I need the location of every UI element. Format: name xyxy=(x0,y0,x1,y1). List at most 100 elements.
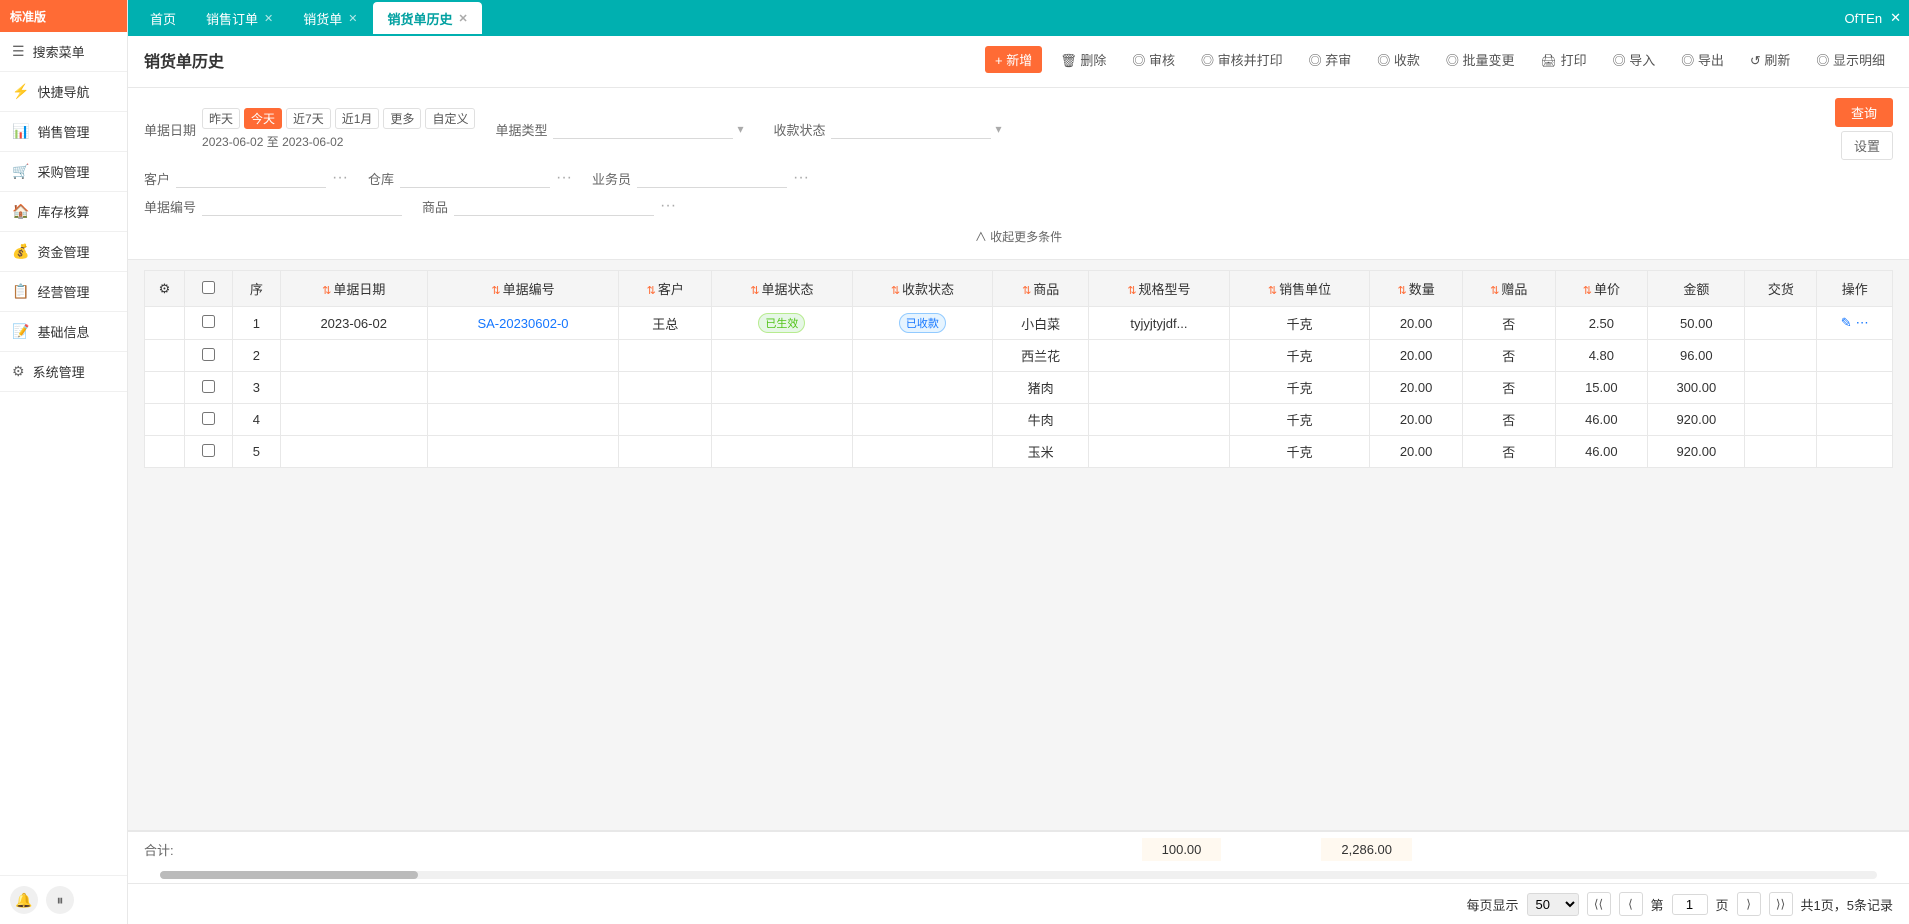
staff-input[interactable] xyxy=(637,168,787,188)
th-qty[interactable]: ⇅数量 xyxy=(1370,271,1463,307)
often-text: OfTEn xyxy=(1845,11,1883,26)
collect-status-input[interactable] xyxy=(831,119,991,139)
more-action[interactable]: ⋯ xyxy=(1856,315,1869,330)
delete-button[interactable]: 🗑 删除 xyxy=(1052,46,1114,73)
sidebar-item-quick-nav[interactable]: ⚡ 快捷导航 xyxy=(0,72,127,112)
query-button[interactable]: 查询 xyxy=(1835,98,1893,127)
th-unit[interactable]: ⇅销售单位 xyxy=(1229,271,1370,307)
batch-change-button[interactable]: ◎ 批量变更 xyxy=(1438,46,1523,73)
print-button[interactable]: 🖨 打印 xyxy=(1532,46,1594,73)
warehouse-input[interactable] xyxy=(400,168,550,188)
audit-print-button[interactable]: ◎ 审核并打印 xyxy=(1193,46,1291,73)
nav-tab-sales-order[interactable]: 销售订单 ✕ xyxy=(192,2,287,34)
cell-unit: 千克 xyxy=(1229,307,1370,340)
collapse-more-btn[interactable]: ∧ 收起更多条件 xyxy=(144,224,1893,249)
collect-button[interactable]: ◎ 收款 xyxy=(1369,46,1428,73)
sidebar-item-base-info[interactable]: 📝 基础信息 xyxy=(0,312,127,352)
th-spec[interactable]: ⇅规格型号 xyxy=(1089,271,1230,307)
row-checkbox[interactable] xyxy=(202,444,215,457)
th-doc-status[interactable]: ⇅单据状态 xyxy=(712,271,853,307)
doc-type-input[interactable] xyxy=(553,119,733,139)
horizontal-scrollbar-thumb[interactable] xyxy=(160,871,418,879)
goods-dots[interactable]: ··· xyxy=(660,197,676,215)
sidebar-item-search-menu[interactable]: ☰ 搜索菜单 xyxy=(0,32,127,72)
th-goods[interactable]: ⇅商品 xyxy=(993,271,1089,307)
next-page-btn[interactable]: ⟩ xyxy=(1737,892,1761,916)
th-collect-status[interactable]: ⇅收款状态 xyxy=(852,271,993,307)
close-window-btn[interactable]: ✕ xyxy=(1890,10,1901,26)
goods-input[interactable] xyxy=(454,196,654,216)
close-sales-goods-tab[interactable]: ✕ xyxy=(348,12,357,25)
edit-action[interactable]: ✎ xyxy=(1841,315,1852,330)
setting-button[interactable]: 设置 xyxy=(1841,131,1893,160)
sidebar-item-sales-mgmt[interactable]: 📊 销售管理 xyxy=(0,112,127,152)
filter-row-3: 单据编号 商品 ··· xyxy=(144,196,1893,216)
cell-doc-no xyxy=(427,404,619,436)
last-page-btn[interactable]: ⟩⟩ xyxy=(1769,892,1793,916)
cell-checkbox[interactable] xyxy=(185,340,233,372)
import-button[interactable]: ◎ 导入 xyxy=(1605,46,1664,73)
horizontal-scrollbar-track[interactable] xyxy=(160,871,1877,879)
page-number-input[interactable] xyxy=(1672,894,1708,915)
date-btn-custom[interactable]: 自定义 xyxy=(425,108,475,129)
warehouse-dots[interactable]: ··· xyxy=(556,169,572,187)
th-customer[interactable]: ⇅客户 xyxy=(619,271,712,307)
prev-page-btn[interactable]: ⟨ xyxy=(1619,892,1643,916)
pause-btn[interactable]: ⏸ xyxy=(46,886,74,914)
sidebar-item-inventory[interactable]: 🏠 库存核算 xyxy=(0,192,127,232)
refresh-button[interactable]: ↺ 刷新 xyxy=(1742,46,1799,73)
select-all-checkbox[interactable] xyxy=(202,281,215,294)
show-detail-button[interactable]: ◎ 显示明细 xyxy=(1808,46,1893,73)
cell-checkbox[interactable] xyxy=(185,372,233,404)
date-btn-yesterday[interactable]: 昨天 xyxy=(202,108,240,129)
first-page-btn[interactable]: ⟨⟨ xyxy=(1587,892,1611,916)
th-doc-no[interactable]: ⇅单据编号 xyxy=(427,271,619,307)
page-header: 销货单历史 + 新增 🗑 删除 ◎ 审核 ◎ 审核并打印 ◎ 弃审 ◎ 收款 ◎… xyxy=(128,36,1909,88)
filter-doc-type: 单据类型 ▾ xyxy=(495,119,753,139)
row-checkbox[interactable] xyxy=(202,348,215,361)
th-price[interactable]: ⇅单价 xyxy=(1555,271,1648,307)
sidebar-item-sys-mgmt[interactable]: ⚙ 系统管理 xyxy=(0,352,127,392)
goods-label: 商品 xyxy=(422,197,448,216)
th-gift[interactable]: ⇅赠品 xyxy=(1462,271,1555,307)
cell-amount: 96.00 xyxy=(1648,340,1745,372)
nav-tab-sales-history[interactable]: 销货单历史 ✕ xyxy=(373,2,481,34)
new-button[interactable]: + 新增 xyxy=(985,46,1042,73)
customer-dots[interactable]: ··· xyxy=(332,169,348,187)
nav-tab-home[interactable]: 首页 xyxy=(136,2,190,34)
abandon-button[interactable]: ◎ 弃审 xyxy=(1301,46,1360,73)
nav-tab-sales-goods[interactable]: 销货单 ✕ xyxy=(289,2,371,34)
page-size-select[interactable]: 50 10 20 100 xyxy=(1527,893,1579,916)
close-sales-order-tab[interactable]: ✕ xyxy=(264,12,273,25)
th-doc-date[interactable]: ⇅单据日期 xyxy=(280,271,427,307)
filter-row-1: 单据日期 昨天 今天 近7天 近1月 更多 自定义 2023-06-02 至 2… xyxy=(144,98,1893,160)
cell-amount: 300.00 xyxy=(1648,372,1745,404)
sidebar-item-ops-mgmt[interactable]: 📋 经营管理 xyxy=(0,272,127,312)
sidebar-item-purchase-mgmt[interactable]: 🛒 采购管理 xyxy=(0,152,127,192)
row-checkbox[interactable] xyxy=(202,412,215,425)
export-button[interactable]: ◎ 导出 xyxy=(1673,46,1732,73)
customer-input[interactable] xyxy=(176,168,326,188)
cell-doc-status xyxy=(712,404,853,436)
sidebar-item-fund-mgmt[interactable]: 💰 资金管理 xyxy=(0,232,127,272)
cell-collect-status xyxy=(852,372,993,404)
cell-qty: 20.00 xyxy=(1370,372,1463,404)
date-btn-today[interactable]: 今天 xyxy=(244,108,282,129)
th-settings[interactable]: ⚙ xyxy=(145,271,185,307)
audit-button[interactable]: ◎ 审核 xyxy=(1124,46,1183,73)
staff-dots[interactable]: ··· xyxy=(793,169,809,187)
inventory-icon: 🏠 xyxy=(12,203,29,220)
cell-checkbox[interactable] xyxy=(185,436,233,468)
doc-no-input[interactable] xyxy=(202,196,402,216)
date-btn-more[interactable]: 更多 xyxy=(383,108,421,129)
doc-no-link[interactable]: SA-20230602-0 xyxy=(477,316,568,331)
close-sales-history-tab[interactable]: ✕ xyxy=(459,12,468,25)
row-checkbox[interactable] xyxy=(202,315,215,328)
date-btn-7days[interactable]: 近7天 xyxy=(286,108,331,129)
notification-btn[interactable]: 🔔 xyxy=(10,886,38,914)
th-checkbox[interactable] xyxy=(185,271,233,307)
cell-checkbox[interactable] xyxy=(185,404,233,436)
date-btn-1month[interactable]: 近1月 xyxy=(335,108,380,129)
row-checkbox[interactable] xyxy=(202,380,215,393)
cell-checkbox[interactable] xyxy=(185,307,233,340)
